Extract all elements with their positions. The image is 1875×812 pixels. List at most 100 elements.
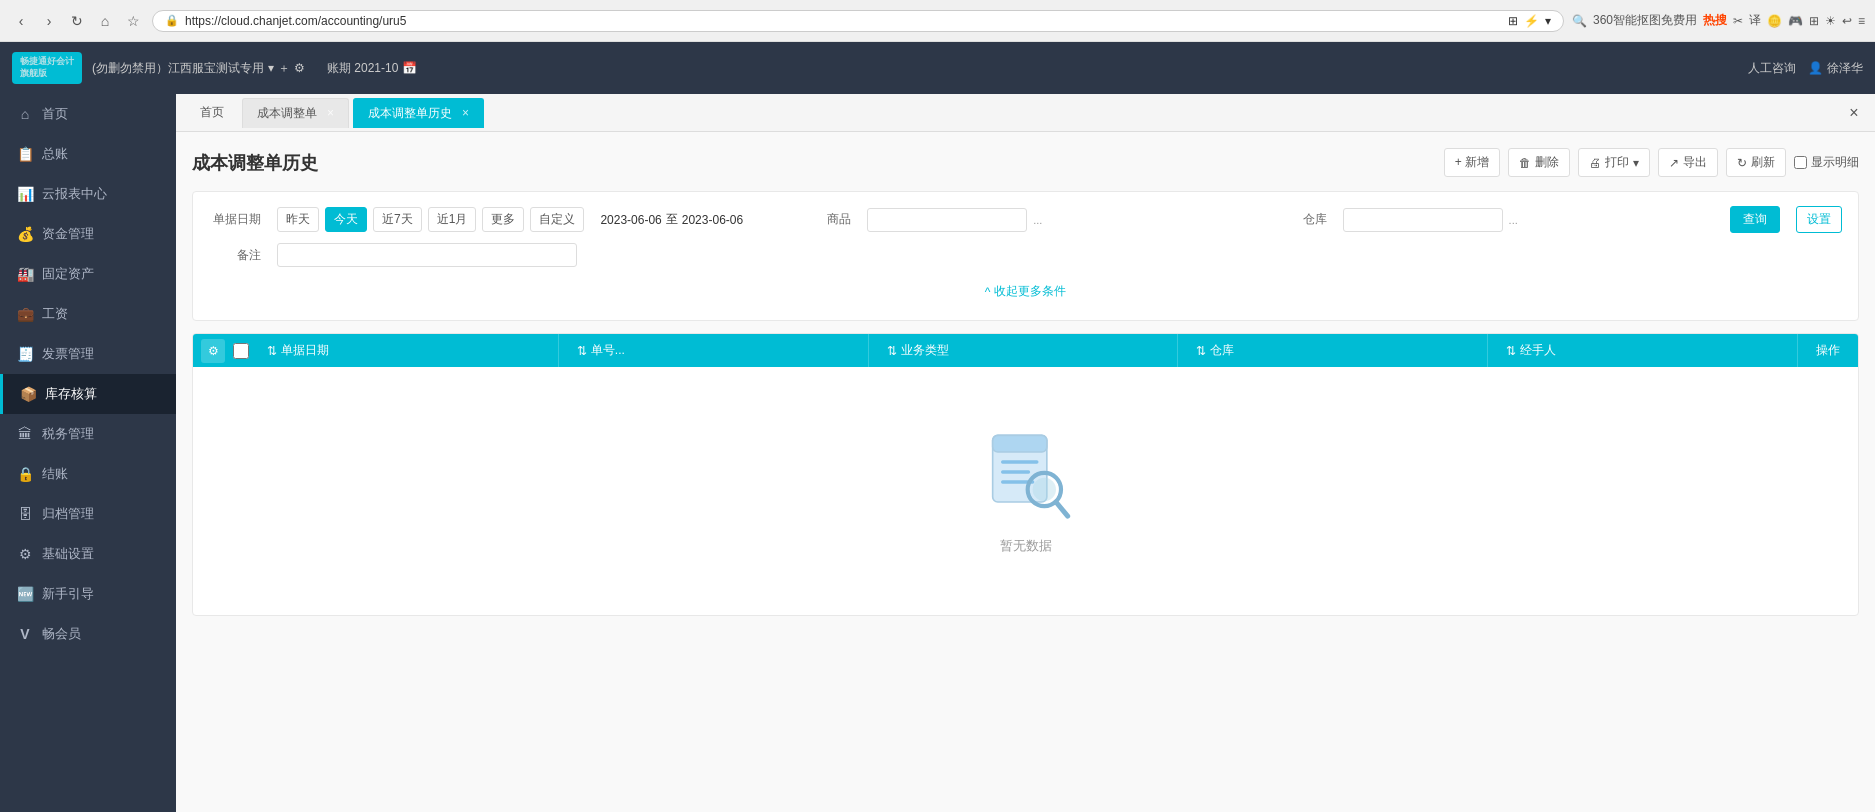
undo-icon: ↩ [1842, 14, 1852, 28]
sidebar-item-invoice[interactable]: 🧾 发票管理 [0, 334, 176, 374]
tab-home[interactable]: 首页 [186, 98, 238, 127]
svg-line-6 [1056, 502, 1068, 516]
sidebar-item-payroll[interactable]: 💼 工资 [0, 294, 176, 334]
page-actions: + 新增 🗑 删除 🖨 打印 ▾ ↗ 导出 ↻ [1444, 148, 1859, 177]
warehouse-dots[interactable]: ... [1509, 214, 1518, 226]
archive-icon: 🗄 [16, 506, 34, 522]
calendar-icon[interactable]: 📅 [402, 61, 417, 75]
svg-rect-3 [1001, 470, 1030, 473]
browser-grid-icon: ⊞ [1508, 14, 1518, 28]
grid-icon: ⊞ [1809, 14, 1819, 28]
date-7days-button[interactable]: 近7天 [373, 207, 422, 232]
tab-cost-adjustment-history[interactable]: 成本调整单历史 × [353, 98, 484, 128]
menu-icon: ≡ [1858, 14, 1865, 28]
main-container: ⌂ 首页 📋 总账 📊 云报表中心 💰 资金管理 🏭 固定资产 💼 工资 🧾 发… [0, 94, 1875, 812]
date-1month-button[interactable]: 近1月 [428, 207, 477, 232]
settings-circle-icon[interactable]: ⚙ [294, 61, 305, 75]
add-company-icon[interactable]: ＋ [278, 60, 290, 77]
settings-button[interactable]: 设置 [1796, 206, 1842, 233]
refresh-button[interactable]: ↻ [66, 10, 88, 32]
print-dropdown-icon: ▾ [1633, 156, 1639, 170]
delete-button[interactable]: 🗑 删除 [1508, 148, 1570, 177]
tab1-close-button[interactable]: × [327, 106, 334, 120]
company-dropdown-icon[interactable]: ▾ [268, 61, 274, 75]
user-avatar[interactable]: 👤徐泽华 [1808, 60, 1863, 77]
sidebar-item-home[interactable]: ⌂ 首页 [0, 94, 176, 134]
payroll-icon: 💼 [16, 306, 34, 322]
new-button[interactable]: + 新增 [1444, 148, 1500, 177]
date-custom-button[interactable]: 自定义 [530, 207, 584, 232]
sidebar-item-settings[interactable]: ⚙ 基础设置 [0, 534, 176, 574]
browser-controls: ‹ › ↻ ⌂ ☆ [10, 10, 144, 32]
sidebar-item-reports[interactable]: 📊 云报表中心 [0, 174, 176, 214]
filter-row-date: 单据日期 昨天 今天 近7天 近1月 更多 自定义 2023-06-06 至 2… [209, 206, 1842, 233]
sidebar-item-ledger[interactable]: 📋 总账 [0, 134, 176, 174]
th-warehouse[interactable]: ⇅ 仓库 [1186, 334, 1488, 367]
empty-state: 暂无数据 [193, 367, 1858, 615]
forward-button[interactable]: › [38, 10, 60, 32]
sidebar-item-funds[interactable]: 💰 资金管理 [0, 214, 176, 254]
sidebar-item-inventory[interactable]: 📦 库存核算 [0, 374, 176, 414]
select-all-checkbox[interactable] [233, 343, 249, 359]
sort-icon-biz-type: ⇅ [887, 344, 897, 358]
app-logo: 畅捷通好会计 旗舰版 [12, 52, 82, 83]
date-yesterday-button[interactable]: 昨天 [277, 207, 319, 232]
collapse-button[interactable]: ^ 收起更多条件 [209, 277, 1842, 306]
warehouse-input[interactable] [1343, 208, 1503, 232]
print-button[interactable]: 🖨 打印 ▾ [1578, 148, 1650, 177]
query-button[interactable]: 查询 [1730, 206, 1780, 233]
sidebar-item-closing[interactable]: 🔒 结账 [0, 454, 176, 494]
tab2-close-button[interactable]: × [462, 106, 469, 120]
page-header: 成本调整单历史 + 新增 🗑 删除 🖨 打印 ▾ ↗ 导出 [192, 148, 1859, 177]
settings-icon: ⚙ [16, 546, 34, 562]
export-button[interactable]: ↗ 导出 [1658, 148, 1718, 177]
date-today-button[interactable]: 今天 [325, 207, 367, 232]
inventory-icon: 📦 [19, 386, 37, 402]
sidebar-item-guide[interactable]: 🆕 新手引导 [0, 574, 176, 614]
refresh-icon: ↻ [1737, 156, 1747, 170]
svg-point-7 [1032, 478, 1055, 501]
closing-icon: 🔒 [16, 466, 34, 482]
goods-input[interactable] [867, 208, 1027, 232]
table-settings-button[interactable]: ⚙ [201, 339, 225, 363]
coin-icon: 🪙 [1767, 14, 1782, 28]
refresh-button[interactable]: ↻ 刷新 [1726, 148, 1786, 177]
goods-dots[interactable]: ... [1033, 214, 1042, 226]
svg-rect-2 [1001, 460, 1039, 463]
export-icon: ↗ [1669, 156, 1679, 170]
filter-date-group: 昨天 今天 近7天 近1月 更多 自定义 [277, 207, 584, 232]
goods-select-area: ... [867, 208, 1238, 232]
scissors-icon: ✂ [1733, 14, 1743, 28]
th-number[interactable]: ⇅ 单号... [567, 334, 869, 367]
browser-chrome: ‹ › ↻ ⌂ ☆ 🔒 https://cloud.chanjet.com/ac… [0, 0, 1875, 42]
remark-input[interactable] [277, 243, 577, 267]
sidebar-item-tax[interactable]: 🏛 税务管理 [0, 414, 176, 454]
tab-cost-adjustment[interactable]: 成本调整单 × [242, 98, 349, 128]
search-icon: 🔍 [1572, 14, 1587, 28]
date-filter-label: 单据日期 [209, 211, 261, 228]
svg-rect-1 [992, 435, 1046, 452]
user-service-link[interactable]: 人工咨询 [1748, 60, 1796, 77]
date-more-button[interactable]: 更多 [482, 207, 524, 232]
empty-text: 暂无数据 [1000, 537, 1052, 555]
show-detail-checkbox[interactable] [1794, 156, 1807, 169]
th-biz-type[interactable]: ⇅ 业务类型 [877, 334, 1179, 367]
goods-filter-label: 商品 [799, 211, 851, 228]
address-bar[interactable]: 🔒 https://cloud.chanjet.com/accounting/u… [152, 10, 1564, 32]
home-icon: ⌂ [16, 106, 34, 122]
warehouse-filter-label: 仓库 [1275, 211, 1327, 228]
home-button[interactable]: ⌂ [94, 10, 116, 32]
tab-bar-close-button[interactable]: × [1843, 102, 1865, 124]
url-text: https://cloud.chanjet.com/accounting/uru… [185, 14, 1502, 28]
sidebar-item-archive[interactable]: 🗄 归档管理 [0, 494, 176, 534]
star-button[interactable]: ☆ [122, 10, 144, 32]
filter-area: 单据日期 昨天 今天 近7天 近1月 更多 自定义 2023-06-06 至 2… [192, 191, 1859, 321]
invoice-icon: 🧾 [16, 346, 34, 362]
th-date[interactable]: ⇅ 单据日期 [257, 334, 559, 367]
reports-icon: 📊 [16, 186, 34, 202]
sidebar-item-assets[interactable]: 🏭 固定资产 [0, 254, 176, 294]
th-handler[interactable]: ⇅ 经手人 [1496, 334, 1798, 367]
sidebar-item-member[interactable]: V 畅会员 [0, 614, 176, 654]
app-header: 畅捷通好会计 旗舰版 (勿删勿禁用）江西服宝测试专用 ▾ ＋ ⚙ 账期 2021… [0, 42, 1875, 94]
back-button[interactable]: ‹ [10, 10, 32, 32]
